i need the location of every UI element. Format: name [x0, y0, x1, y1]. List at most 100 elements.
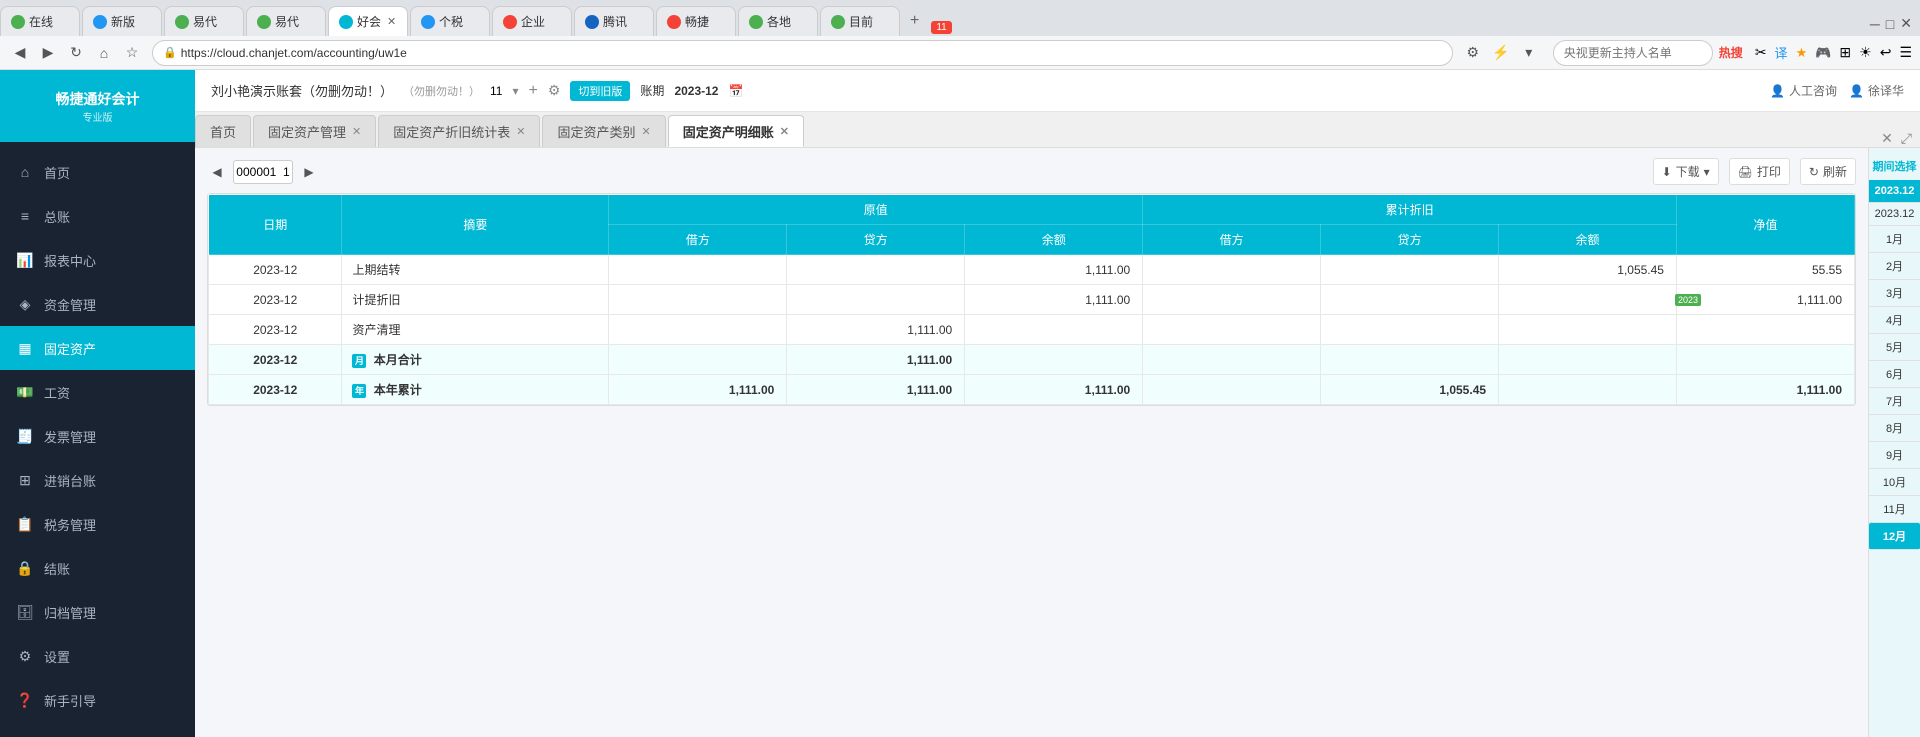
row2-badge: 2023: [1675, 294, 1701, 306]
sidebar-item-assets[interactable]: ▦ 固定资产: [0, 326, 195, 370]
cell-summary-4: 月 本月合计: [342, 345, 609, 375]
table-row-month-total: 2023-12 月 本月合计 1,111.00: [209, 345, 1855, 375]
thunder-btn[interactable]: ⚡: [1489, 41, 1513, 65]
cell-dep-balance-1: 1,055.45: [1499, 255, 1677, 285]
content-tab-fixed-mgmt[interactable]: 固定资产管理 ✕: [253, 115, 376, 147]
sidebar-item-tax[interactable]: 📋 税务管理: [0, 502, 195, 546]
brightness-icon[interactable]: ☀: [1859, 44, 1872, 61]
sidebar-item-close[interactable]: 🔒 结账: [0, 546, 195, 590]
download-btn[interactable]: ⬇ 下载 ▾: [1653, 158, 1719, 185]
forward-button[interactable]: ▶: [36, 41, 60, 65]
bookmark-button[interactable]: ☆: [120, 41, 144, 65]
star-icon[interactable]: ★: [1796, 45, 1808, 61]
search-input[interactable]: [1553, 40, 1713, 66]
scissors-icon[interactable]: ✂: [1755, 44, 1767, 61]
tab-label-6: 个税: [439, 13, 463, 30]
refresh-button[interactable]: ↻: [64, 41, 88, 65]
back-button[interactable]: ◀: [8, 41, 32, 65]
sidebar-item-archive[interactable]: 🗄 归档管理: [0, 590, 195, 634]
cell-dep-balance-4: [1499, 345, 1677, 375]
old-version-btn[interactable]: 切到旧版: [570, 81, 630, 101]
browser-tab-4[interactable]: 易代: [246, 6, 326, 36]
browser-tab-5[interactable]: 好会 ✕: [328, 6, 408, 36]
browser-tab-10[interactable]: 各地: [738, 6, 818, 36]
content-tab-depreciation[interactable]: 固定资产折旧统计表 ✕: [378, 115, 540, 147]
year-tag-icon: 年: [352, 384, 366, 398]
translate-icon[interactable]: 译: [1775, 43, 1788, 62]
cell-orig-balance-5: 1,111.00: [965, 375, 1143, 405]
table-row: 2023-12 资产清理 1,111.00: [209, 315, 1855, 345]
tab-icon-7: [503, 15, 517, 29]
help-button[interactable]: 👤 人工咨询: [1770, 82, 1837, 99]
close-detail[interactable]: ✕: [780, 125, 789, 138]
browser-tab-6[interactable]: 个税: [410, 6, 490, 36]
sidebar-item-salary[interactable]: 💵 工资: [0, 370, 195, 414]
address-bar[interactable]: 🔒 https://cloud.chanjet.com/accounting/u…: [152, 40, 1453, 66]
period-item-2[interactable]: 2月: [1869, 253, 1920, 280]
content-tab-detail[interactable]: 固定资产明细账 ✕: [668, 115, 804, 147]
period-item-5[interactable]: 5月: [1869, 334, 1920, 361]
browser-tab-1[interactable]: 在线: [0, 6, 80, 36]
sidebar-item-invoice[interactable]: 🧾 发票管理: [0, 414, 195, 458]
browser-tab-11[interactable]: 目前: [820, 6, 900, 36]
add-account-btn[interactable]: +: [529, 82, 538, 100]
extensions-btn[interactable]: ⚙: [1461, 41, 1485, 65]
period-item-12[interactable]: 12月: [1869, 523, 1920, 550]
pager-prev-btn[interactable]: ◀: [207, 162, 227, 182]
period-item-4[interactable]: 4月: [1869, 307, 1920, 334]
settings-account-btn[interactable]: ⚙: [548, 82, 561, 99]
period-item-year-selected[interactable]: 2023.12: [1869, 180, 1920, 203]
sidebar-item-stock[interactable]: ⊞ 进销台账: [0, 458, 195, 502]
browser-tab-7[interactable]: 企业: [492, 6, 572, 36]
period-item-9[interactable]: 9月: [1869, 442, 1920, 469]
period-item-11[interactable]: 11月: [1869, 496, 1920, 523]
sidebar-item-ledger[interactable]: ≡ 总账: [0, 194, 195, 238]
browser-tab-3[interactable]: 易代: [164, 6, 244, 36]
content-tab-category[interactable]: 固定资产类别 ✕: [542, 115, 665, 147]
user-button[interactable]: 👤 徐译华: [1849, 82, 1904, 99]
tab-label-10: 各地: [767, 13, 791, 30]
period-item-3[interactable]: 3月: [1869, 280, 1920, 307]
new-tab-button[interactable]: +: [902, 6, 927, 36]
period-item-10[interactable]: 10月: [1869, 469, 1920, 496]
period-item-6[interactable]: 6月: [1869, 361, 1920, 388]
pager-next-btn[interactable]: ▶: [299, 162, 319, 182]
refresh-btn[interactable]: ↻ 刷新: [1800, 158, 1856, 185]
browser-tab-9[interactable]: 畅捷: [656, 6, 736, 36]
close-fixed-mgmt[interactable]: ✕: [352, 125, 361, 138]
period-item-1[interactable]: 1月: [1869, 226, 1920, 253]
maximize-btn[interactable]: □: [1886, 16, 1894, 32]
menu-icon[interactable]: ☰: [1899, 44, 1912, 61]
sidebar-item-home[interactable]: ⌂ 首页: [0, 150, 195, 194]
grid-icon[interactable]: ⊞: [1839, 44, 1851, 61]
tab-close-5[interactable]: ✕: [387, 15, 396, 28]
cell-dep-credit-2: [1321, 285, 1499, 315]
browser-tab-2[interactable]: 新版: [82, 6, 162, 36]
minimize-btn[interactable]: ─: [1870, 16, 1880, 32]
home-nav-button[interactable]: ⌂: [92, 41, 116, 65]
content-tab-home[interactable]: 首页: [195, 115, 251, 147]
tab-icon-8: [585, 15, 599, 29]
period-item-7[interactable]: 7月: [1869, 388, 1920, 415]
sidebar-item-report[interactable]: 📊 报表中心: [0, 238, 195, 282]
game-icon[interactable]: 🎮: [1815, 45, 1831, 61]
undo-icon[interactable]: ↩: [1880, 44, 1892, 61]
sidebar-item-guide[interactable]: ❓ 新手引导: [0, 678, 195, 722]
tab-icon-10: [749, 15, 763, 29]
content-tab-expand-btn[interactable]: ⤢: [1901, 130, 1912, 147]
dropdown-btn[interactable]: ▾: [1517, 41, 1541, 65]
period-item-8[interactable]: 8月: [1869, 415, 1920, 442]
close-window-btn[interactable]: ✕: [1900, 15, 1912, 32]
browser-tab-8[interactable]: 腾讯: [574, 6, 654, 36]
content-tab-collapse-btn[interactable]: ✕: [1881, 130, 1893, 147]
period-item-year-2023[interactable]: 2023.12: [1869, 203, 1920, 226]
close-category[interactable]: ✕: [642, 125, 651, 138]
pager-input[interactable]: [233, 160, 293, 184]
sidebar-item-capital[interactable]: ◈ 资金管理: [0, 282, 195, 326]
sidebar-item-settings[interactable]: ⚙ 设置: [0, 634, 195, 678]
close-depreciation[interactable]: ✕: [516, 125, 525, 138]
print-btn[interactable]: 🖨 打印: [1729, 158, 1790, 185]
content-tabs: 首页 固定资产管理 ✕ 固定资产折旧统计表 ✕ 固定资产类别 ✕ 固定资产明细账…: [195, 112, 1920, 148]
account-dropdown-icon[interactable]: ▾: [512, 84, 518, 98]
calendar-icon[interactable]: 📅: [728, 84, 743, 98]
